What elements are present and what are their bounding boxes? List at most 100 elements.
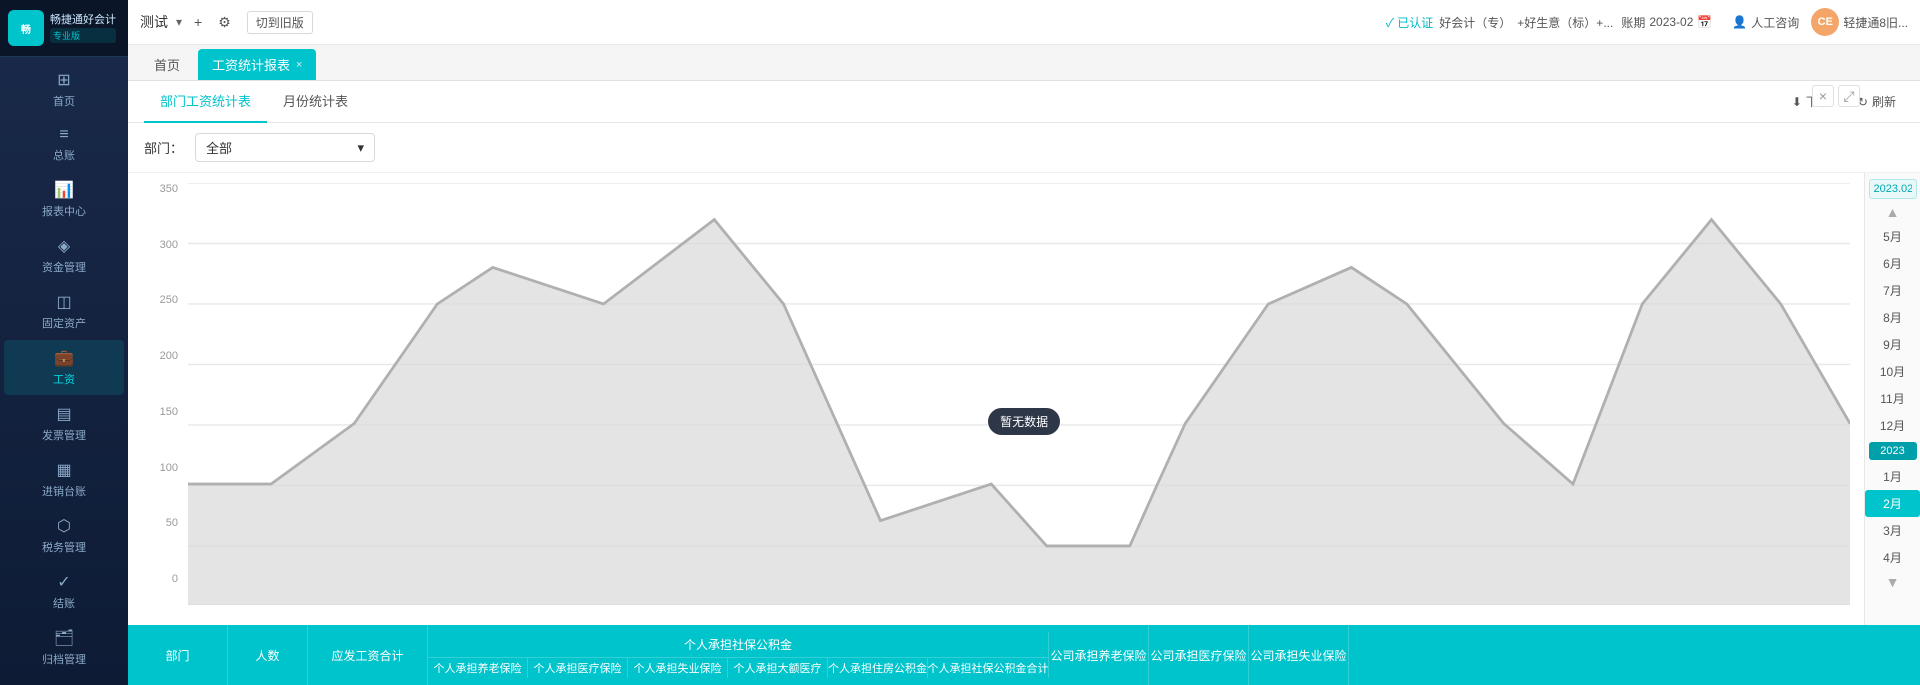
sidebar-item-archive[interactable]: 🗂 归档管理 xyxy=(4,620,124,675)
date-month-8[interactable]: 8月 xyxy=(1865,304,1920,331)
sidebar-item-funds[interactable]: ◈ 资金管理 xyxy=(4,228,124,283)
calendar-icon[interactable]: 📅 xyxy=(1697,15,1712,29)
date-year-2023: 2023 xyxy=(1869,442,1917,460)
company-dropdown-btn[interactable]: ▾ xyxy=(176,15,182,29)
dept-filter-select[interactable]: 全部 ▾ xyxy=(195,133,375,162)
topbar-tags: ✓ 已认证 好会计（专） +好生意（标）+... xyxy=(1386,14,1614,31)
th-personal-pension: 个人承担养老保险 xyxy=(428,658,528,678)
date-month-6[interactable]: 6月 xyxy=(1865,250,1920,277)
quick-access-label: 轻捷通8旧... xyxy=(1843,14,1908,31)
sidebar-item-salary[interactable]: 💼 工资 xyxy=(4,340,124,395)
chart-y-axis: 350 300 250 200 150 100 50 0 xyxy=(138,183,178,585)
sidebar-item-sales[interactable]: ▦ 进销台账 xyxy=(4,452,124,507)
date-down-btn[interactable]: ▼ xyxy=(1883,571,1903,593)
refresh-label: 刷新 xyxy=(1872,93,1896,110)
tax-icon: ⬡ xyxy=(57,516,71,536)
sidebar-label-closing: 结账 xyxy=(53,595,75,611)
good-acct-tag: 好会计（专） xyxy=(1439,14,1511,31)
sidebar-label-invoice: 发票管理 xyxy=(42,427,86,443)
ai-icon: 👤 xyxy=(1732,15,1747,29)
th-total-salary: 应发工资合计 xyxy=(308,625,428,685)
panel-expand-btn[interactable]: ⤢ xyxy=(1838,85,1860,107)
date-month-9[interactable]: 9月 xyxy=(1865,331,1920,358)
topbar: 测试 ▾ + ⚙ 切到旧版 ✓ 已认证 好会计（专） +好生意（标）+... 账… xyxy=(128,0,1920,45)
sidebar-label-salary: 工资 xyxy=(53,371,75,387)
th-personal-housing-fund: 个人承担住房公积金 xyxy=(828,658,928,678)
reports-icon: 📊 xyxy=(54,180,74,200)
logo-badge: 专业版 xyxy=(50,28,116,43)
logo-app-name: 畅捷通好会计 xyxy=(50,13,116,27)
sidebar-item-ledger[interactable]: ≡ 总账 xyxy=(4,118,124,171)
archive-icon: 🗂 xyxy=(54,628,74,648)
ai-consult-btn[interactable]: 👤 人工咨询 xyxy=(1732,14,1799,31)
sidebar-label-tax: 税务管理 xyxy=(42,539,86,555)
ce-label: CE xyxy=(1818,16,1833,28)
sub-tab-dept-label: 部门工资统计表 xyxy=(160,91,251,110)
date-month-4[interactable]: 4月 xyxy=(1865,544,1920,571)
ai-consult-label: 人工咨询 xyxy=(1751,14,1799,31)
period-label: 账期 xyxy=(1621,14,1645,31)
company-name: 测试 xyxy=(140,12,168,32)
switch-old-version-btn[interactable]: 切到旧版 xyxy=(247,11,313,34)
date-month-3[interactable]: 3月 xyxy=(1865,517,1920,544)
date-month-2-active[interactable]: 2月 xyxy=(1865,490,1920,517)
topbar-settings-btn[interactable]: ⚙ xyxy=(214,12,235,33)
th-company-medical: 公司承担医疗保险 xyxy=(1149,625,1249,685)
home-icon: ⊞ xyxy=(57,70,70,90)
sidebar-label-archive: 归档管理 xyxy=(42,651,86,667)
date-month-5[interactable]: 5月 xyxy=(1865,223,1920,250)
tab-home[interactable]: 首页 xyxy=(140,49,194,80)
salary-icon: 💼 xyxy=(54,348,74,368)
date-month-10[interactable]: 10月 xyxy=(1865,358,1920,385)
tab-close-btn[interactable]: × xyxy=(296,59,302,71)
invoice-icon: ▤ xyxy=(56,404,71,424)
tab-salary-report[interactable]: 工资统计报表 × xyxy=(198,49,316,80)
quick-access-btn[interactable]: CE 轻捷通8旧... xyxy=(1811,8,1908,36)
table-header: 部门 人数 应发工资合计 个人承担社保公积金 个人承担养老保险 个人承担医疗保险… xyxy=(128,625,1920,685)
sidebar-label-ledger: 总账 xyxy=(53,147,75,163)
date-month-1[interactable]: 1月 xyxy=(1865,463,1920,490)
app-logo: 畅 畅捷通好会计 专业版 xyxy=(0,0,128,57)
y-label-200: 200 xyxy=(138,350,178,362)
th-personal-medical: 个人承担医疗保险 xyxy=(528,658,628,678)
th-headcount: 人数 xyxy=(228,625,308,685)
date-month-11[interactable]: 11月 xyxy=(1865,385,1920,412)
date-month-12[interactable]: 12月 xyxy=(1865,412,1920,439)
sidebar-item-invoice[interactable]: ▤ 发票管理 xyxy=(4,396,124,451)
content-area: × ⤢ 部门工资统计表 月份统计表 ⬇ 下载 ↻ 刷新 xyxy=(128,81,1920,685)
sidebar-item-assets[interactable]: ◫ 固定资产 xyxy=(4,284,124,339)
sidebar-item-reports[interactable]: 📊 报表中心 xyxy=(4,172,124,227)
chart-svg xyxy=(188,183,1850,605)
th-personal-major-medical: 个人承担大额医疗 xyxy=(728,658,828,678)
add-btn[interactable]: + xyxy=(190,12,206,32)
th-personal-group-cells: 个人承担养老保险 个人承担医疗保险 个人承担失业保险 个人承担大额医疗 个人承担… xyxy=(428,658,1048,678)
salary-tab-label: 工资统计报表 xyxy=(212,55,290,74)
good-biz-tag: +好生意（标）+... xyxy=(1517,14,1613,31)
sub-tab-dept[interactable]: 部门工资统计表 xyxy=(144,81,267,123)
th-company-unemployment: 公司承担失业保险 xyxy=(1249,625,1349,685)
y-label-300: 300 xyxy=(138,239,178,251)
date-up-btn[interactable]: ▲ xyxy=(1883,201,1903,223)
th-personal-group-header: 个人承担社保公积金 xyxy=(428,632,1048,658)
sidebar-label-sales: 进销台账 xyxy=(42,483,86,499)
chart-date-wrapper: 350 300 250 200 150 100 50 0 xyxy=(128,173,1920,625)
sidebar-item-tax[interactable]: ⬡ 税务管理 xyxy=(4,508,124,563)
date-year-input[interactable] xyxy=(1869,179,1917,199)
user-avatar: CE xyxy=(1811,8,1839,36)
sidebar-item-settings[interactable]: ⚙ 设置 xyxy=(4,676,124,685)
logo-icon: 畅 xyxy=(8,10,44,46)
th-dept: 部门 xyxy=(128,625,228,685)
sidebar-item-closing[interactable]: ✓ 结账 xyxy=(4,564,124,619)
sidebar-label-assets: 固定资产 xyxy=(42,315,86,331)
y-label-150: 150 xyxy=(138,406,178,418)
panel-close-btn[interactable]: × xyxy=(1812,85,1834,107)
date-month-7[interactable]: 7月 xyxy=(1865,277,1920,304)
sidebar-item-home[interactable]: ⊞ 首页 xyxy=(4,62,124,117)
sidebar-label-reports: 报表中心 xyxy=(42,203,86,219)
sales-icon: ▦ xyxy=(56,460,71,480)
funds-icon: ◈ xyxy=(58,236,70,256)
y-label-100: 100 xyxy=(138,462,178,474)
panel-btns: × ⤢ xyxy=(1812,85,1860,107)
sub-tab-monthly[interactable]: 月份统计表 xyxy=(267,81,364,123)
ledger-icon: ≡ xyxy=(59,126,68,144)
